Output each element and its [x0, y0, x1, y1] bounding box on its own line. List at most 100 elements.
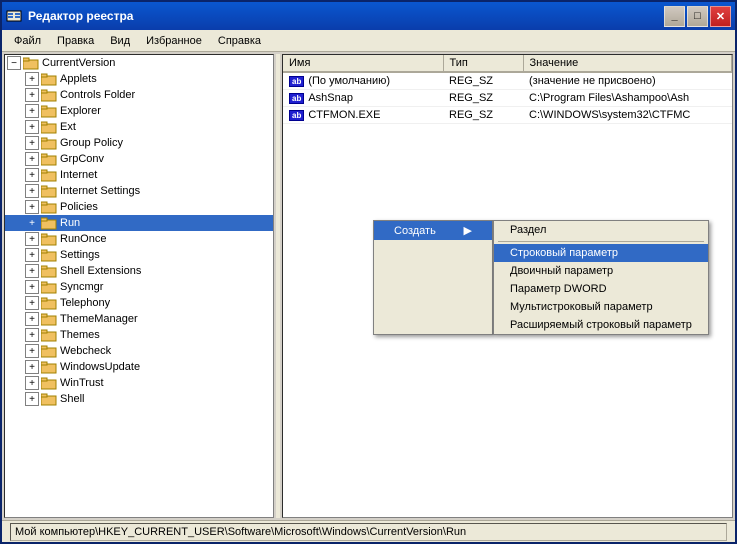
tree-item-policies[interactable]: + Policies	[5, 199, 273, 215]
tree-label: Webcheck	[60, 345, 111, 357]
maximize-button[interactable]: □	[687, 6, 708, 27]
tree-item-shell[interactable]: + Shell	[5, 391, 273, 407]
tree-item-thememanager[interactable]: + ThemeManager	[5, 311, 273, 327]
toggle-runonce[interactable]: +	[25, 232, 39, 246]
folder-icon	[41, 200, 57, 214]
ab-icon: ab	[289, 110, 304, 121]
submenu-arrow-icon: ▶	[464, 224, 472, 237]
tree-panel[interactable]: − CurrentVersion + Applets	[4, 54, 274, 518]
toggle-themes[interactable]: +	[25, 328, 39, 342]
tree-label: Syncmgr	[60, 281, 103, 293]
tree-label: Settings	[60, 249, 100, 261]
table-row[interactable]: abCTFMON.EXE REG_SZ C:\WINDOWS\system32\…	[283, 107, 732, 124]
window-controls: _ □ ✕	[664, 6, 731, 27]
tree-item-syncmgr[interactable]: + Syncmgr	[5, 279, 273, 295]
tree-item-shellextensions[interactable]: + Shell Extensions	[5, 263, 273, 279]
tree-item-applets[interactable]: + Applets	[5, 71, 273, 87]
toggle-grpconv[interactable]: +	[25, 152, 39, 166]
tree-item-telephony[interactable]: + Telephony	[5, 295, 273, 311]
table-row[interactable]: ab(По умолчанию) REG_SZ (значение не при…	[283, 72, 732, 90]
menu-help[interactable]: Справка	[210, 33, 269, 49]
folder-icon	[41, 296, 57, 310]
folder-icon	[41, 120, 57, 134]
toggle-grouppolicy[interactable]: +	[25, 136, 39, 150]
main-window: Редактор реестра _ □ ✕ Файл Правка Вид И…	[0, 0, 737, 544]
tree-item-explorer[interactable]: + Explorer	[5, 103, 273, 119]
tree-label-themes: Themes	[60, 329, 100, 341]
tree-item-themes[interactable]: + Themes	[5, 327, 273, 343]
folder-icon	[41, 184, 57, 198]
ab-icon: ab	[289, 93, 304, 104]
folder-icon	[41, 376, 57, 390]
tree-item-internetsettings[interactable]: + Internet Settings	[5, 183, 273, 199]
menu-file[interactable]: Файл	[6, 33, 49, 49]
submenu-separator	[498, 241, 704, 242]
toggle-thememanager[interactable]: +	[25, 312, 39, 326]
submenu-item-dword[interactable]: Параметр DWORD	[494, 280, 708, 298]
toggle-shellextensions[interactable]: +	[25, 264, 39, 278]
cell-value: C:\Program Files\Ashampoo\Ash	[523, 90, 732, 107]
toggle-applets[interactable]: +	[25, 72, 39, 86]
tree-item-webcheck[interactable]: + Webcheck	[5, 343, 273, 359]
folder-icon	[41, 280, 57, 294]
tree-item-windowsupdate[interactable]: + WindowsUpdate	[5, 359, 273, 375]
tree-item-grpconv[interactable]: + GrpConv	[5, 151, 273, 167]
menu-favorites[interactable]: Избранное	[138, 33, 210, 49]
toggle-shell[interactable]: +	[25, 392, 39, 406]
submenu-item-string[interactable]: Строковый параметр	[494, 244, 708, 262]
toggle-internet[interactable]: +	[25, 168, 39, 182]
tree-label: Ext	[60, 121, 76, 133]
tree-item-ext[interactable]: + Ext	[5, 119, 273, 135]
menu-edit[interactable]: Правка	[49, 33, 102, 49]
folder-icon	[41, 168, 57, 182]
folder-icon	[41, 392, 57, 406]
column-name: Имя	[283, 55, 443, 72]
table-row[interactable]: abAshSnap REG_SZ C:\Program Files\Ashamp…	[283, 90, 732, 107]
minimize-button[interactable]: _	[664, 6, 685, 27]
toggle-telephony[interactable]: +	[25, 296, 39, 310]
context-menu: Создать ▶	[373, 220, 493, 335]
tree-label: GrpConv	[60, 153, 104, 165]
context-menu-create[interactable]: Создать ▶	[374, 221, 492, 240]
toggle-run[interactable]: +	[25, 216, 39, 230]
toggle-settings[interactable]: +	[25, 248, 39, 262]
tree-label-shellextensions: Shell Extensions	[60, 265, 141, 277]
toggle-webcheck[interactable]: +	[25, 344, 39, 358]
tree-item-controls[interactable]: + Controls Folder	[5, 87, 273, 103]
toggle-ext[interactable]: +	[25, 120, 39, 134]
statusbar: Мой компьютер\HKEY_CURRENT_USER\Software…	[2, 520, 735, 542]
toggle-internetsettings[interactable]: +	[25, 184, 39, 198]
tree-item-runonce[interactable]: + RunOnce	[5, 231, 273, 247]
cell-name: abCTFMON.EXE	[283, 107, 443, 124]
submenu-item-razdel[interactable]: Раздел	[494, 221, 708, 239]
toggle-controls[interactable]: +	[25, 88, 39, 102]
toggle-syncmgr[interactable]: +	[25, 280, 39, 294]
toggle-windowsupdate[interactable]: +	[25, 360, 39, 374]
submenu-item-binary[interactable]: Двоичный параметр	[494, 262, 708, 280]
tree-toggle-root[interactable]: −	[7, 56, 21, 70]
folder-icon	[41, 136, 57, 150]
registry-values-panel[interactable]: Имя Тип Значение ab(По умолчанию) REG_SZ…	[282, 54, 733, 518]
context-menu-container: Создать ▶ Раздел Строковый параметр Двои…	[373, 220, 709, 335]
toggle-wintrust[interactable]: +	[25, 376, 39, 390]
tree-root[interactable]: − CurrentVersion	[5, 55, 273, 71]
tree-label: ThemeManager	[60, 313, 138, 325]
toggle-explorer[interactable]: +	[25, 104, 39, 118]
tree-item-grouppolicy[interactable]: + Group Policy	[5, 135, 273, 151]
submenu-item-expandstring[interactable]: Расширяемый строковый параметр	[494, 316, 708, 334]
tree-children: + Applets + Controls Folder	[5, 71, 273, 407]
tree-item-wintrust[interactable]: + WinTrust	[5, 375, 273, 391]
panel-splitter[interactable]	[276, 54, 280, 518]
tree-item-settings[interactable]: + Settings	[5, 247, 273, 263]
tree-item-run[interactable]: + Run	[5, 215, 273, 231]
tree-root-label: CurrentVersion	[42, 57, 115, 69]
toggle-policies[interactable]: +	[25, 200, 39, 214]
folder-icon	[41, 88, 57, 102]
folder-open-icon	[23, 56, 39, 70]
tree-label: WinTrust	[60, 377, 104, 389]
submenu-item-multistring[interactable]: Мультистроковый параметр	[494, 298, 708, 316]
tree-item-internet[interactable]: + Internet	[5, 167, 273, 183]
close-button[interactable]: ✕	[710, 6, 731, 27]
menu-view[interactable]: Вид	[102, 33, 138, 49]
folder-icon	[41, 344, 57, 358]
